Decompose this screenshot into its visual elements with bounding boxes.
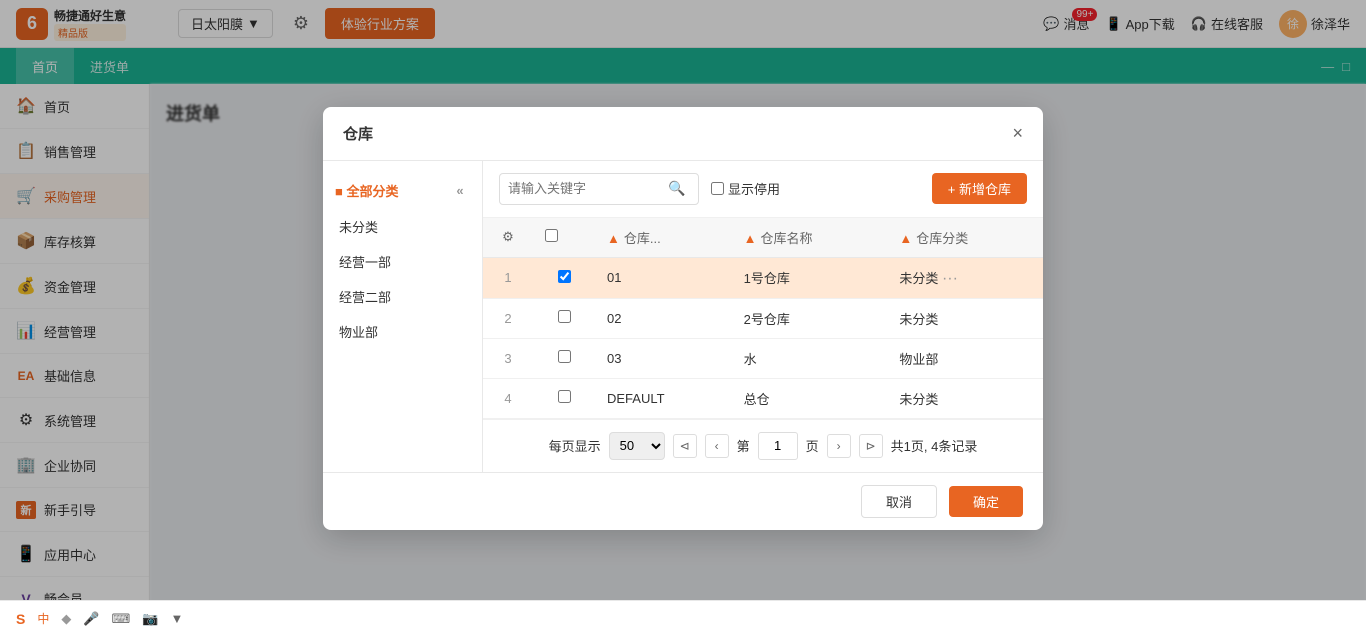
row-name: 1号仓库 — [732, 257, 888, 298]
expand-icon[interactable]: ▼ — [171, 611, 184, 626]
warehouse-modal: 仓库 × ■ 全部分类 « 未分类 经营一部 经营二部 物业部 — [323, 107, 1043, 530]
row-checkbox[interactable] — [533, 257, 595, 298]
row-category: 未分类 — [887, 378, 1043, 418]
row-name: 总仓 — [732, 378, 888, 418]
category-panel: ■ 全部分类 « 未分类 经营一部 经营二部 物业部 — [323, 161, 483, 472]
bottom-bar: S 中 ◆ 🎤 ⌨ 📷 ▼ — [0, 600, 1366, 636]
modal-header: 仓库 × — [323, 107, 1043, 161]
col-category: ▲仓库分类 — [887, 218, 1043, 258]
category-all-header[interactable]: ■ 全部分类 « — [323, 173, 482, 209]
col-checkbox — [533, 218, 595, 258]
category-item-property[interactable]: 物业部 — [323, 314, 482, 349]
row-num: 3 — [483, 338, 533, 378]
show-disabled-label: 显示停用 — [728, 179, 780, 198]
show-disabled-checkbox[interactable]: 显示停用 — [711, 179, 780, 198]
collapse-button[interactable]: « — [450, 181, 470, 201]
microphone-icon[interactable]: 🎤 — [83, 611, 99, 627]
modal-overlay[interactable]: 仓库 × ■ 全部分类 « 未分类 经营一部 经营二部 物业部 — [0, 0, 1366, 636]
select-all-checkbox[interactable] — [545, 229, 558, 242]
category-item-unclassified[interactable]: 未分类 — [323, 209, 482, 244]
row-code: 02 — [595, 298, 732, 338]
modal-body: ■ 全部分类 « 未分类 经营一部 经营二部 物业部 🔍 — [323, 161, 1043, 472]
last-page-btn[interactable]: ⊳ — [859, 434, 883, 458]
per-page-label: 每页显示 — [549, 436, 601, 455]
row-code: DEFAULT — [595, 378, 732, 418]
row-name: 2号仓库 — [732, 298, 888, 338]
camera-icon[interactable]: 📷 — [142, 611, 158, 627]
category-item-ops2[interactable]: 经营二部 — [323, 279, 482, 314]
col-code: ▲仓库... — [595, 218, 732, 258]
page-label-after: 页 — [806, 436, 819, 455]
modal-footer: 取消 确定 — [323, 472, 1043, 530]
col-settings: ⚙ — [483, 218, 533, 258]
confirm-button[interactable]: 确定 — [949, 486, 1023, 517]
prev-page-btn[interactable]: ‹ — [705, 434, 729, 458]
row-actions-icon[interactable]: ··· — [942, 270, 958, 287]
page-input[interactable] — [758, 432, 798, 460]
keyboard-icon[interactable]: ⌨ — [112, 611, 131, 627]
page-summary: 共1页, 4条记录 — [891, 436, 978, 455]
table-header-row: ⚙ ▲仓库... ▲仓库名称 ▲仓库分类 — [483, 218, 1043, 258]
add-warehouse-button[interactable]: + 新增仓库 — [932, 173, 1027, 204]
row-code: 03 — [595, 338, 732, 378]
row-name: 水 — [732, 338, 888, 378]
cancel-button[interactable]: 取消 — [861, 485, 937, 518]
table-toolbar: 🔍 显示停用 + 新增仓库 — [483, 161, 1043, 218]
first-page-btn[interactable]: ⊲ — [673, 434, 697, 458]
search-input[interactable] — [508, 181, 668, 196]
gear-icon: ⚙ — [502, 229, 514, 244]
col-name: ▲仓库名称 — [732, 218, 888, 258]
pagination: 每页显示 50 20 100 ⊲ ‹ 第 页 › ⊳ 共1页, 4条记录 — [483, 419, 1043, 472]
row-checkbox[interactable] — [533, 338, 595, 378]
sogou-icon: S — [16, 611, 25, 627]
next-page-btn[interactable]: › — [827, 434, 851, 458]
row-checkbox[interactable] — [533, 298, 595, 338]
category-all-label: ■ 全部分类 — [335, 181, 398, 200]
lang-switch[interactable]: 中 — [37, 610, 49, 627]
row-checkbox[interactable] — [533, 378, 595, 418]
per-page-select[interactable]: 50 20 100 — [609, 432, 665, 460]
row-num: 1 — [483, 257, 533, 298]
table-row[interactable]: 1 01 1号仓库 未分类 ··· — [483, 257, 1043, 298]
search-icon[interactable]: 🔍 — [668, 180, 685, 197]
row-category: 物业部 — [887, 338, 1043, 378]
show-disabled-check[interactable] — [711, 182, 724, 195]
modal-close-button[interactable]: × — [1012, 123, 1023, 144]
table-panel: 🔍 显示停用 + 新增仓库 ⚙ — [483, 161, 1043, 472]
table-row[interactable]: 3 03 水 物业部 — [483, 338, 1043, 378]
warehouse-table: ⚙ ▲仓库... ▲仓库名称 ▲仓库分类 1 01 — [483, 218, 1043, 419]
row-num: 2 — [483, 298, 533, 338]
table-row[interactable]: 4 DEFAULT 总仓 未分类 — [483, 378, 1043, 418]
table-row[interactable]: 2 02 2号仓库 未分类 — [483, 298, 1043, 338]
page-label-before: 第 — [737, 436, 750, 455]
diamond-icon: ◆ — [61, 611, 71, 627]
row-category: 未分类 — [887, 298, 1043, 338]
search-input-wrap: 🔍 — [499, 173, 699, 205]
row-num: 4 — [483, 378, 533, 418]
modal-title: 仓库 — [343, 123, 373, 144]
row-code: 01 — [595, 257, 732, 298]
category-item-ops1[interactable]: 经营一部 — [323, 244, 482, 279]
row-category: 未分类 ··· — [887, 257, 1043, 298]
